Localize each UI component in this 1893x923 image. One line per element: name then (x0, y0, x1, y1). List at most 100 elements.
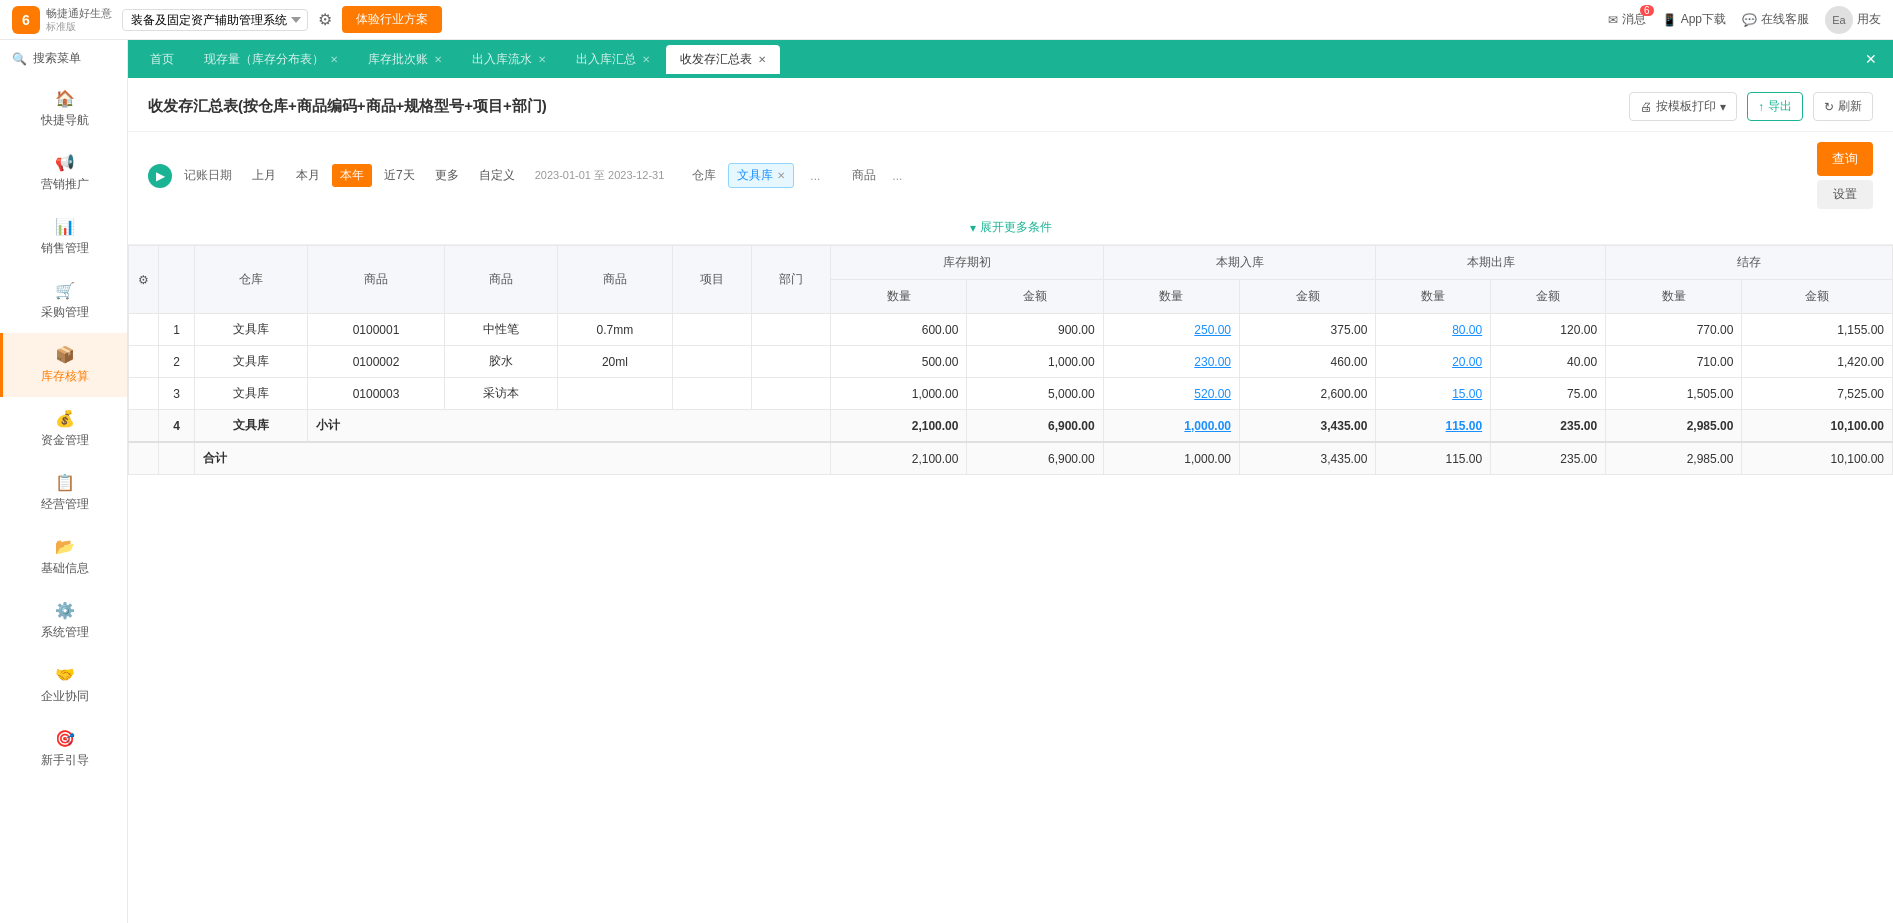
date-7days[interactable]: 近7天 (376, 164, 423, 187)
in-qty-header: 数量 (1103, 280, 1239, 314)
print-label: 按模板打印 (1656, 98, 1716, 115)
warehouse-tag-text: 文具库 (737, 167, 773, 184)
date-more[interactable]: 更多 (427, 164, 467, 187)
online-service-btn[interactable]: 💬 在线客服 (1742, 11, 1809, 28)
sidebar-item-label: 库存核算 (41, 368, 89, 385)
col-goods-code-header: 商品 (308, 246, 444, 314)
col-out-group: 本期出库 (1376, 246, 1606, 280)
date-options: 上月 本月 本年 近7天 更多 自定义 (244, 164, 523, 187)
sidebar-item-home[interactable]: 🏠 快捷导航 (0, 77, 127, 141)
sidebar-item-finance[interactable]: 💰 资金管理 (0, 397, 127, 461)
sidebar-item-collab[interactable]: 🤝 企业协同 (0, 653, 127, 717)
content-area: 首页 现存量（库存分布表） ✕ 库存批次账 ✕ 出入库流水 ✕ 出入库汇总 ✕ … (128, 40, 1893, 923)
app-download-btn[interactable]: 📱 App下载 (1662, 11, 1726, 28)
close-icon[interactable]: ✕ (434, 54, 442, 65)
sidebar-item-purchase[interactable]: 🛒 采购管理 (0, 269, 127, 333)
sub-out-amt: 235.00 (1491, 410, 1606, 443)
row-project (672, 314, 751, 346)
header-left: 6 畅捷通好生意 标准版 装备及固定资产辅助管理系统 ⚙ 体验行业方案 (12, 6, 442, 34)
close-icon[interactable]: ✕ (758, 54, 766, 65)
row-settings (129, 378, 159, 410)
tab-inout-summary[interactable]: 出入库汇总 ✕ (562, 45, 664, 74)
row-warehouse: 文具库 (195, 378, 308, 410)
goods-ellipsis[interactable]: ... (888, 169, 906, 183)
date-this-year[interactable]: 本年 (332, 164, 372, 187)
system-select[interactable]: 装备及固定资产辅助管理系统 (122, 9, 308, 31)
col-opening-group: 库存期初 (831, 246, 1104, 280)
refresh-label: 刷新 (1838, 98, 1862, 115)
tab-recv-summary[interactable]: 收发存汇总表 ✕ (666, 45, 780, 74)
export-icon: ↑ (1758, 100, 1764, 114)
sidebar-item-basic[interactable]: 📂 基础信息 (0, 525, 127, 589)
row-dept (751, 378, 830, 410)
close-icon[interactable]: ✕ (330, 54, 338, 65)
page-title: 收发存汇总表(按仓库+商品编码+商品+规格型号+项目+部门) (148, 97, 547, 116)
management-icon: 📋 (55, 473, 75, 492)
closing-amt-header: 金额 (1742, 280, 1893, 314)
gear-button[interactable]: ⚙ (318, 10, 332, 29)
row-num: 3 (159, 378, 195, 410)
tab-home[interactable]: 首页 (136, 45, 188, 74)
row-in-qty[interactable]: 520.00 (1103, 378, 1239, 410)
row-out-qty[interactable]: 15.00 (1376, 378, 1491, 410)
sidebar-item-inventory[interactable]: 📦 库存核算 (0, 333, 127, 397)
print-button[interactable]: 🖨 按模板打印 ▾ (1629, 92, 1737, 121)
export-button[interactable]: ↑ 导出 (1747, 92, 1803, 121)
trial-button[interactable]: 体验行业方案 (342, 6, 442, 33)
row-in-qty[interactable]: 230.00 (1103, 346, 1239, 378)
row-settings (129, 346, 159, 378)
system-icon: ⚙️ (55, 601, 75, 620)
sidebar-item-label: 销售管理 (41, 240, 89, 257)
date-last-month[interactable]: 上月 (244, 164, 284, 187)
warehouse-ellipsis[interactable]: ... (806, 169, 824, 183)
logo-subtitle2: 标准版 (46, 20, 112, 33)
sidebar-item-marketing[interactable]: 📢 营销推广 (0, 141, 127, 205)
row-in-amt: 460.00 (1240, 346, 1376, 378)
tab-inventory-dist[interactable]: 现存量（库存分布表） ✕ (190, 45, 352, 74)
top-header: 6 畅捷通好生意 标准版 装备及固定资产辅助管理系统 ⚙ 体验行业方案 ✉ 消息… (0, 0, 1893, 40)
total-opening-amt: 6,900.00 (967, 442, 1103, 475)
filter-toggle-btn[interactable]: ▶ (148, 164, 172, 188)
refresh-button[interactable]: ↻ 刷新 (1813, 92, 1873, 121)
col-settings-header[interactable]: ⚙ (129, 246, 159, 314)
row-out-amt: 120.00 (1491, 314, 1606, 346)
close-icon[interactable]: ✕ (642, 54, 650, 65)
message-btn[interactable]: ✉ 消息 6 (1608, 11, 1646, 28)
sidebar-search[interactable]: 🔍 搜索菜单 (0, 40, 127, 77)
sidebar-item-management[interactable]: 📋 经营管理 (0, 461, 127, 525)
query-button[interactable]: 查询 (1817, 142, 1873, 176)
sidebar-item-guide[interactable]: 🎯 新手引导 (0, 717, 127, 781)
sub-out-qty[interactable]: 115.00 (1376, 410, 1491, 443)
chevron-down-icon: ▾ (1720, 100, 1726, 114)
opening-amt-header: 金额 (967, 280, 1103, 314)
sidebar-item-system[interactable]: ⚙️ 系统管理 (0, 589, 127, 653)
data-table: ⚙ 仓库 商品 商品 商品 项目 部门 库存期初 本期入库 本期出库 结存 (128, 245, 1893, 475)
total-closing-amt: 10,100.00 (1742, 442, 1893, 475)
date-this-month[interactable]: 本月 (288, 164, 328, 187)
sub-closing-qty: 2,985.00 (1606, 410, 1742, 443)
warehouse-tag-close[interactable]: ✕ (777, 170, 785, 181)
close-icon[interactable]: ✕ (538, 54, 546, 65)
expand-button[interactable]: ▾ 展开更多条件 (970, 219, 1052, 236)
tab-inout-flow[interactable]: 出入库流水 ✕ (458, 45, 560, 74)
sub-in-qty[interactable]: 1,000.00 (1103, 410, 1239, 443)
sidebar-item-label: 资金管理 (41, 432, 89, 449)
row-in-qty[interactable]: 250.00 (1103, 314, 1239, 346)
opening-qty-header: 数量 (831, 280, 967, 314)
total-settings (129, 442, 159, 475)
setting-button[interactable]: 设置 (1817, 180, 1873, 209)
row-goods-name: 采访本 (444, 378, 557, 410)
in-amt-header: 金额 (1240, 280, 1376, 314)
row-goods-code: 0100001 (308, 314, 444, 346)
sub-opening-amt: 6,900.00 (967, 410, 1103, 443)
row-out-qty[interactable]: 80.00 (1376, 314, 1491, 346)
user-area[interactable]: Ea 用友 (1825, 6, 1881, 34)
row-out-qty[interactable]: 20.00 (1376, 346, 1491, 378)
col-in-group: 本期入库 (1103, 246, 1376, 280)
row-in-amt: 2,600.00 (1240, 378, 1376, 410)
total-row: 合计 2,100.00 6,900.00 1,000.00 3,435.00 1… (129, 442, 1893, 475)
date-custom[interactable]: 自定义 (471, 164, 523, 187)
tab-batch[interactable]: 库存批次账 ✕ (354, 45, 456, 74)
tab-bar-close[interactable]: ✕ (1857, 47, 1885, 71)
sidebar-item-sales[interactable]: 📊 销售管理 (0, 205, 127, 269)
